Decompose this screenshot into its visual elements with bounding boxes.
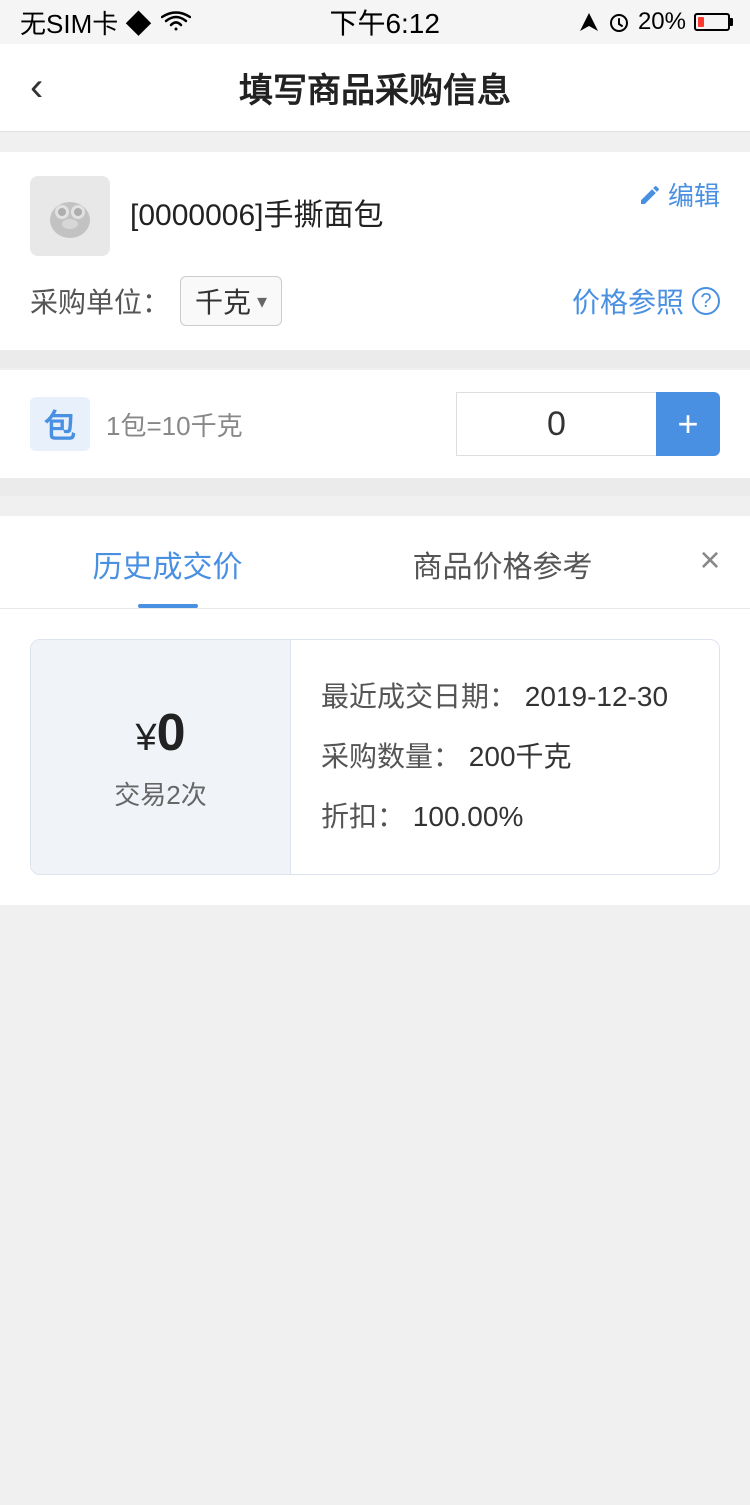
page-title: 填写商品采购信息 <box>239 63 511 112</box>
quantity-plus-button[interactable]: + <box>656 392 720 456</box>
quantity-value: 0 <box>547 405 566 444</box>
yen-symbol: ¥ <box>135 717 156 759</box>
section-divider <box>0 350 750 368</box>
unit-label: 采购单位： <box>30 281 170 321</box>
unit-select-dropdown[interactable]: 千克 ▾ <box>180 276 282 326</box>
purchase-qty-row: 采购数量： 200千克 <box>321 736 689 778</box>
purchase-qty-value: 200千克 <box>469 741 572 772</box>
recent-date-label: 最近成交日期： <box>321 681 517 712</box>
location-icon <box>578 11 600 33</box>
unit-selector-area: 采购单位： 千克 ▾ <box>30 276 282 326</box>
back-button[interactable]: ‹ <box>30 65 43 110</box>
tabs-section: 历史成交价 商品价格参考 × ¥0 交易2次 最近成交日期： 2019-12-3… <box>0 516 750 905</box>
purchase-qty-label: 采购数量： <box>321 741 461 772</box>
history-txn-count: 交易2次 <box>114 775 206 812</box>
discount-row: 折扣： 100.00% <box>321 796 689 838</box>
discount-label: 折扣： <box>321 801 405 832</box>
tab-close-button[interactable]: × <box>670 539 750 585</box>
product-unit-row: 采购单位： 千克 ▾ 价格参照 ? <box>30 276 720 326</box>
price-ref-label: 价格参照 <box>572 281 684 321</box>
recent-date-row: 最近成交日期： 2019-12-30 <box>321 676 689 718</box>
battery-percent: 20% <box>638 8 686 36</box>
unit-sub-info: 1包=10千克 <box>106 406 243 443</box>
history-details: 最近成交日期： 2019-12-30 采购数量： 200千克 折扣： 100.0… <box>291 640 719 874</box>
status-right: 20% <box>578 8 730 36</box>
price-reference-button[interactable]: 价格参照 ? <box>572 281 720 321</box>
tabs-header: 历史成交价 商品价格参考 × <box>0 516 750 609</box>
history-price-value: ¥0 <box>135 702 185 764</box>
nav-bar: ‹ 填写商品采购信息 <box>0 44 750 132</box>
wifi-icon <box>161 11 191 33</box>
status-time: 下午6:12 <box>329 2 440 42</box>
tab-product-price-ref[interactable]: 商品价格参考 <box>335 516 670 608</box>
section-divider-2 <box>0 478 750 496</box>
edit-icon <box>638 183 662 207</box>
close-icon: × <box>699 539 720 581</box>
battery-icon <box>694 13 730 31</box>
discount-value: 100.00% <box>413 801 524 832</box>
edit-button[interactable]: 编辑 <box>638 176 720 213</box>
quantity-input-area: 0 + <box>456 392 720 456</box>
help-icon: ? <box>692 287 720 315</box>
product-header: [0000006]手撕面包 编辑 <box>30 176 720 256</box>
alarm-icon <box>608 11 630 33</box>
quantity-input[interactable]: 0 <box>456 392 656 456</box>
history-price-area: ¥0 交易2次 <box>31 640 291 874</box>
recent-date-value: 2019-12-30 <box>525 681 668 712</box>
status-bar: 无SIM卡 ◆ 下午6:12 20% <box>0 0 750 44</box>
history-content: ¥0 交易2次 最近成交日期： 2019-12-30 采购数量： 200千克 折… <box>0 609 750 905</box>
unit-info-area: 包 1包=10千克 <box>30 397 243 451</box>
product-left: [0000006]手撕面包 <box>30 176 383 256</box>
unit-value: 千克 <box>195 281 251 321</box>
bottom-area <box>0 905 750 1505</box>
product-name: [0000006]手撕面包 <box>130 195 383 237</box>
quantity-row: 包 1包=10千克 0 + <box>30 370 720 478</box>
unit-badge: 包 <box>30 397 90 451</box>
status-carrier: 无SIM卡 ◆ <box>20 4 191 41</box>
carrier-text: 无SIM卡 ◆ <box>20 4 151 41</box>
history-card: ¥0 交易2次 最近成交日期： 2019-12-30 采购数量： 200千克 折… <box>30 639 720 875</box>
chevron-down-icon: ▾ <box>257 289 267 314</box>
product-thumbnail <box>30 176 110 256</box>
tab-history-price[interactable]: 历史成交价 <box>0 516 335 608</box>
product-card: [0000006]手撕面包 编辑 采购单位： 千克 ▾ 价格参照 ? <box>0 152 750 350</box>
quantity-section: 包 1包=10千克 0 + <box>0 370 750 478</box>
product-logo-icon <box>40 186 100 246</box>
